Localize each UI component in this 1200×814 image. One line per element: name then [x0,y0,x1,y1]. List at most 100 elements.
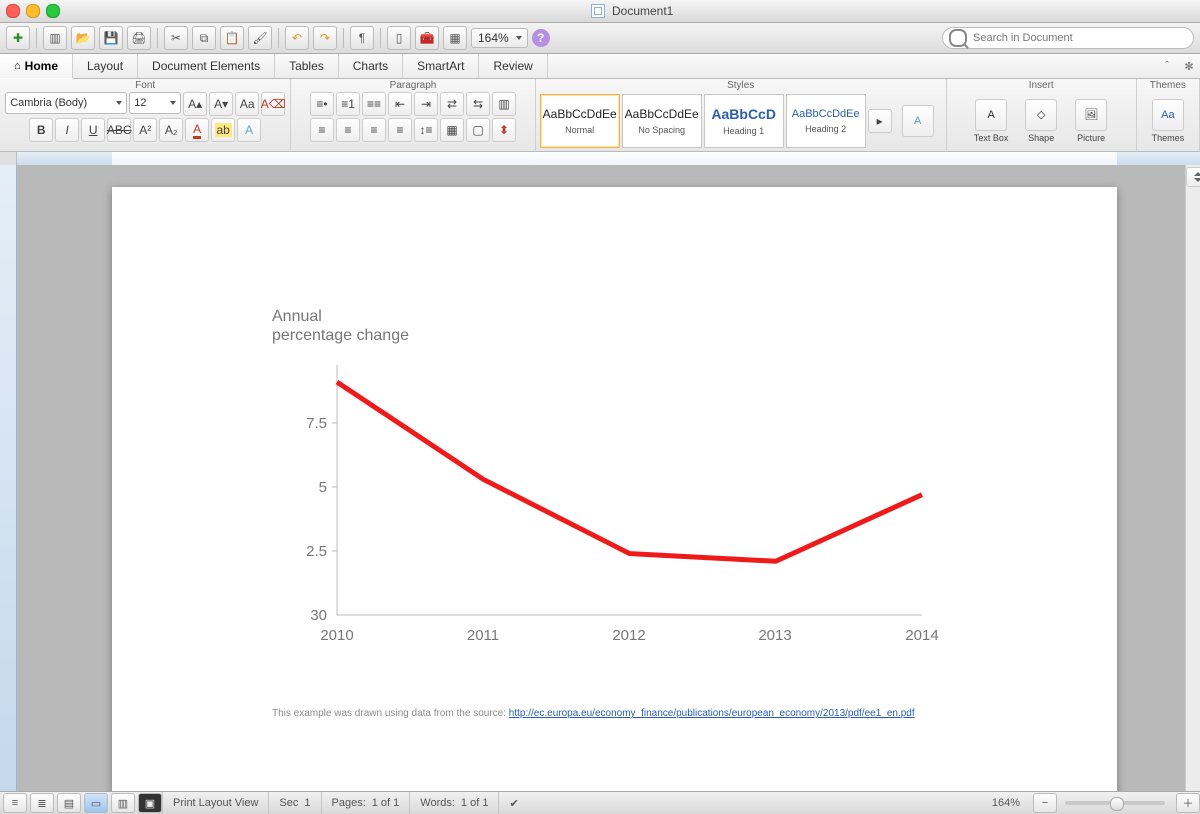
shading-button[interactable]: ▦ [440,118,464,142]
ribbon-settings-button[interactable]: ✻ [1178,54,1200,78]
decrease-indent-button[interactable]: ⇤ [388,92,412,116]
underline-button[interactable]: U [81,118,105,142]
cut-button[interactable]: ✂ [164,26,188,50]
spacer [548,54,1156,78]
align-left-button[interactable]: ≡ [310,118,334,142]
redo-button[interactable]: ↷ [313,26,337,50]
zoom-select[interactable]: 164% [471,28,528,48]
bullet-list-button[interactable]: ≡• [310,92,334,116]
line-spacing-button[interactable]: ↕≡ [414,118,438,142]
vertical-scrollbar[interactable] [1185,165,1200,792]
clear-formatting-button[interactable]: A⌫ [261,92,285,116]
document-area: Annual percentage change 7.5 [0,165,1200,792]
tab-layout[interactable]: Layout [73,54,138,78]
styles-pane-button[interactable]: A [894,105,942,137]
tab-tables[interactable]: Tables [275,54,339,78]
themes-button[interactable]: Aa Themes [1144,99,1192,143]
format-painter-button[interactable]: 🖌 [248,26,272,50]
value: 1 [304,797,310,809]
view-outline-button[interactable]: ≣ [30,793,54,813]
style-heading-2[interactable]: AaBbCcDdEeHeading 2 [786,94,866,148]
toolbox-button[interactable]: 🧰 [415,26,439,50]
tab-home[interactable]: ⌂Home [0,54,73,79]
style-normal[interactable]: AaBbCcDdEeNormal [540,94,620,148]
change-case-button[interactable]: Aa [235,92,259,116]
shrink-font-button[interactable]: A▾ [209,92,233,116]
italic-button[interactable]: I [55,118,79,142]
view-notebook-button[interactable]: ▥ [111,793,135,813]
open-button[interactable]: 📂 [71,26,95,50]
spellcheck-button[interactable]: ✔︎ [498,792,528,814]
help-button[interactable]: ? [532,29,550,47]
align-right-button[interactable]: ≡ [362,118,386,142]
text-effects-button[interactable]: A [237,118,261,142]
style-name: No Spacing [638,125,685,135]
search-box[interactable] [942,27,1194,49]
view-publishing-button[interactable]: ▤ [57,793,81,813]
shape-icon: ◇ [1025,99,1057,131]
styles-more-button[interactable]: ▸ [868,109,892,133]
zoom-out-button[interactable]: − [1033,793,1057,813]
ribbon-collapse-button[interactable]: ˆ [1156,54,1178,78]
bold-button[interactable]: B [29,118,53,142]
tab-charts[interactable]: Charts [339,54,403,78]
style-name: Heading 2 [805,124,846,134]
strikethrough-button[interactable]: ABC [107,118,131,142]
close-window-button[interactable] [6,4,20,18]
justify-button[interactable]: ≡ [388,118,412,142]
minimize-window-button[interactable] [26,4,40,18]
zoom-window-button[interactable] [46,4,60,18]
insert-picture-button[interactable]: 🖼 Picture [1067,99,1115,143]
tab-review[interactable]: Review [479,54,547,78]
subscript-button[interactable]: A₂ [159,118,183,142]
copy-button[interactable]: ⧉ [192,26,216,50]
style-heading-1[interactable]: AaBbCcDHeading 1 [704,94,784,148]
page[interactable]: Annual percentage change 7.5 [112,187,1117,792]
search-input[interactable] [971,31,1193,45]
save-button[interactable]: 💾 [99,26,123,50]
align-center-button[interactable]: ≡ [336,118,360,142]
insert-textbox-button[interactable]: A Text Box [967,99,1015,143]
insert-shape-button[interactable]: ◇ Shape [1017,99,1065,143]
scroll-pane[interactable]: Annual percentage change 7.5 [17,165,1185,792]
paste-button[interactable]: 📋 [220,26,244,50]
highlight-button[interactable]: ab [211,118,235,142]
number-list-button[interactable]: ≡1 [336,92,360,116]
sidebar-toggle-button[interactable]: ▯ [387,26,411,50]
media-button[interactable]: ▦ [443,26,467,50]
borders-button[interactable]: ▢ [466,118,490,142]
label: Shape [1028,133,1054,143]
view-draft-button[interactable]: ≡ [3,793,27,813]
multilevel-list-button[interactable]: ≡≡ [362,92,386,116]
source-line: This example was drawn using data from t… [272,708,992,719]
zoom-in-button[interactable]: ＋ [1176,793,1200,813]
vertical-ruler[interactable] [0,165,17,792]
superscript-button[interactable]: A² [133,118,157,142]
status-bar: ≡ ≣ ▤ ▭ ▥ ▣ Print Layout View Sec 1 Page… [0,791,1200,814]
columns-button[interactable]: ▥ [492,92,516,116]
tab-document-elements[interactable]: Document Elements [138,54,275,78]
group-styles: Styles AaBbCcDdEeNormalAaBbCcDdEeNo Spac… [536,79,947,151]
view-focus-button[interactable]: ▣ [138,793,162,813]
print-button[interactable]: 🖨 [127,26,151,50]
show-marks-button[interactable]: ¶ [350,26,374,50]
ltr-button[interactable]: ⇄ [440,92,464,116]
scroll-spinner[interactable] [1186,167,1200,187]
sort-button[interactable]: ⬍ [492,118,516,142]
new-from-template-button[interactable]: ▥ [43,26,67,50]
zoom-slider[interactable] [1065,801,1165,805]
font-size-select[interactable]: 12 [129,92,181,114]
font-color-button[interactable]: A [185,118,209,142]
increase-indent-button[interactable]: ⇥ [414,92,438,116]
rtl-button[interactable]: ⇆ [466,92,490,116]
value: 1 of 1 [372,797,400,809]
grow-font-button[interactable]: A▴ [183,92,207,116]
font-name-value: Cambria (Body) [10,97,87,109]
new-doc-button[interactable]: ✚ [6,26,30,50]
source-link[interactable]: http://ec.europa.eu/economy_finance/publ… [509,708,915,719]
undo-button[interactable]: ↶ [285,26,309,50]
view-print-button[interactable]: ▭ [84,793,108,813]
font-name-select[interactable]: Cambria (Body) [5,92,127,114]
style-no-spacing[interactable]: AaBbCcDdEeNo Spacing [622,94,702,148]
tab-smartart[interactable]: SmartArt [403,54,479,78]
